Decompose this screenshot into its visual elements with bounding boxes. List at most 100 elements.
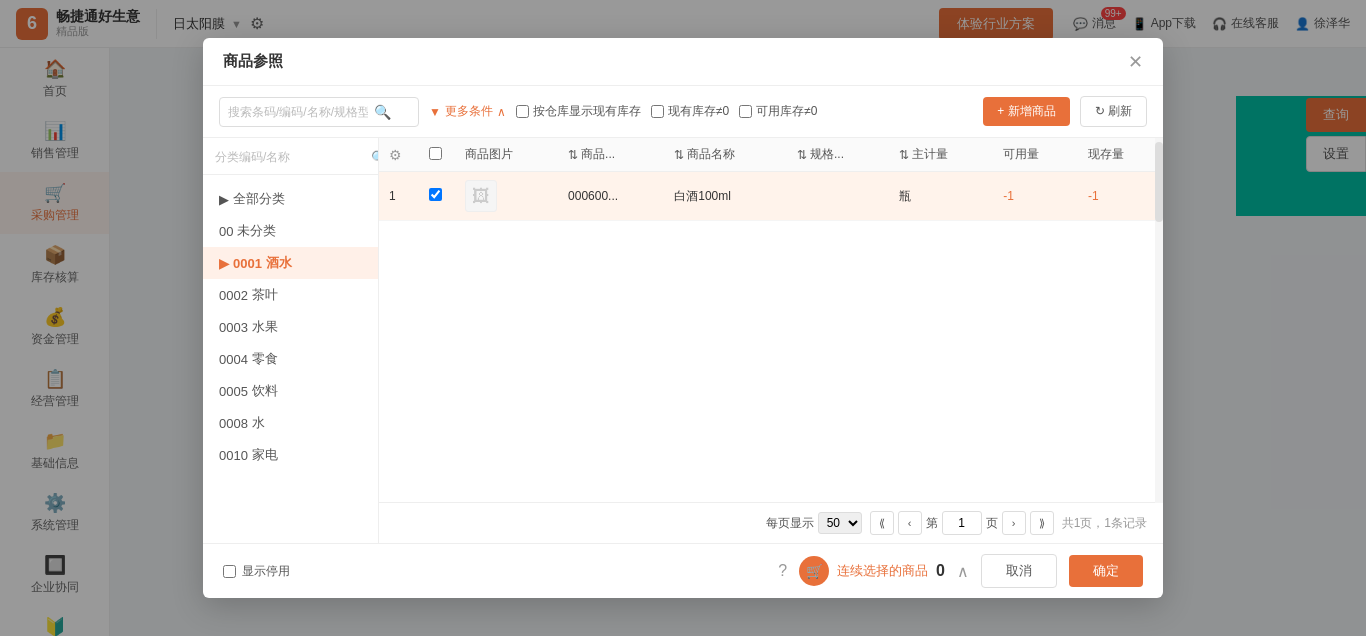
td-available: -1 (993, 172, 1078, 221)
th-available: 可用量 (993, 138, 1078, 172)
pagination-info: 共1页，1条记录 (1062, 515, 1147, 532)
product-reference-modal: 商品参照 ✕ 🔍 ▼ 更多条件 ∧ 按仓库显示现有库存 现有库存≠0 (203, 38, 1163, 598)
product-thumbnail: 🖼 (465, 180, 497, 212)
cart-icon: 🛒 (799, 556, 829, 586)
page-word: 第 (926, 515, 938, 532)
category-panel: 🔍 « ▶ 全部分类 00 未分类 ▶ 0001 酒水 0002 (203, 138, 379, 543)
sort-icon-unit: ⇅ (899, 148, 909, 162)
modal-header: 商品参照 ✕ (203, 38, 1163, 86)
category-item-uncategorized[interactable]: 00 未分类 (203, 215, 378, 247)
cat-label-all: 全部分类 (233, 190, 285, 208)
th-image-label: 商品图片 (465, 146, 513, 163)
per-page-select[interactable]: 50 (818, 512, 862, 534)
select-all-checkbox[interactable] (429, 147, 442, 160)
show-disabled-label: 显示停用 (242, 563, 290, 580)
checkbox-available-nonzero[interactable]: 可用库存≠0 (739, 103, 817, 120)
page-word2: 页 (986, 515, 998, 532)
th-name: ⇅ 商品名称 (664, 138, 787, 172)
category-item-beverage[interactable]: 0005 饮料 (203, 375, 378, 407)
cat-label-liquor-code: 0001 (233, 256, 262, 271)
category-item-water[interactable]: 0008 水 (203, 407, 378, 439)
sort-icon-name: ⇅ (674, 148, 684, 162)
checkbox-available-nonzero-label: 可用库存≠0 (756, 103, 817, 120)
filter-button[interactable]: ▼ 更多条件 ∧ (429, 103, 506, 120)
modal-footer: 显示停用 ? 🛒 连续选择的商品 0 ∧ 取消 确定 (203, 543, 1163, 598)
checkbox-available-nonzero-input[interactable] (739, 105, 752, 118)
table-header-row: ⚙ 商品图片 ⇅ (379, 138, 1163, 172)
th-settings: ⚙ (379, 138, 419, 172)
cat-label-beverage-name: 饮料 (252, 382, 278, 400)
table-scrollbar[interactable] (1155, 138, 1163, 503)
filter-label: 更多条件 (445, 103, 493, 120)
modal-body: 🔍 « ▶ 全部分类 00 未分类 ▶ 0001 酒水 0002 (203, 138, 1163, 543)
th-image: 商品图片 (455, 138, 558, 172)
cat-label-snack: 0004 (219, 352, 248, 367)
cat-label-uncategorized-name: 未分类 (237, 222, 276, 240)
cart-area[interactable]: 🛒 连续选择的商品 0 (799, 556, 945, 586)
column-settings-icon[interactable]: ⚙ (389, 147, 402, 163)
help-icon[interactable]: ? (778, 562, 787, 580)
product-table-wrap[interactable]: ⚙ 商品图片 ⇅ (379, 138, 1163, 502)
category-item-liquor[interactable]: ▶ 0001 酒水 (203, 247, 378, 279)
category-search-input[interactable] (215, 150, 365, 164)
confirm-button[interactable]: 确定 (1069, 555, 1143, 587)
filter-arrow-icon: ∧ (497, 105, 506, 119)
filter-icon: ▼ (429, 105, 441, 119)
th-checkbox (419, 138, 455, 172)
collapse-cart-icon[interactable]: ∧ (957, 562, 969, 581)
th-spec-label: 规格... (810, 146, 844, 163)
th-stock-label: 现存量 (1088, 147, 1124, 161)
product-search-input[interactable] (228, 105, 368, 119)
page-prev-button[interactable]: ‹ (898, 511, 922, 535)
pagination-bar: 每页显示 50 ⟪ ‹ 第 页 › ⟫ 共1页，1条记录 (379, 502, 1163, 543)
cat-label-uncategorized: 00 (219, 224, 233, 239)
checkbox-stock-nonzero[interactable]: 现有库存≠0 (651, 103, 729, 120)
td-rownum: 1 (379, 172, 419, 221)
modal-close-button[interactable]: ✕ (1128, 53, 1143, 71)
add-product-button[interactable]: + 新增商品 (983, 97, 1069, 126)
checkbox-warehouse-label: 按仓库显示现有库存 (533, 103, 641, 120)
modal-overlay: 商品参照 ✕ 🔍 ▼ 更多条件 ∧ 按仓库显示现有库存 现有库存≠0 (0, 0, 1366, 636)
cat-label-tea: 0002 (219, 288, 248, 303)
checkbox-warehouse[interactable]: 按仓库显示现有库存 (516, 103, 641, 120)
show-disabled-input[interactable] (223, 565, 236, 578)
search-icon[interactable]: 🔍 (374, 104, 391, 120)
checkbox-stock-nonzero-input[interactable] (651, 105, 664, 118)
refresh-button[interactable]: ↻ 刷新 (1080, 96, 1147, 127)
page-first-button[interactable]: ⟪ (870, 511, 894, 535)
th-stock: 现存量 (1078, 138, 1163, 172)
th-unit: ⇅ 主计量 (889, 138, 994, 172)
th-spec: ⇅ 规格... (787, 138, 889, 172)
page-navigation: ⟪ ‹ 第 页 › ⟫ (870, 511, 1054, 535)
th-code-label: 商品... (581, 146, 615, 163)
product-table: ⚙ 商品图片 ⇅ (379, 138, 1163, 221)
category-item-snack[interactable]: 0004 零食 (203, 343, 378, 375)
row-checkbox[interactable] (429, 188, 442, 201)
td-checkbox (419, 172, 455, 221)
category-item-all[interactable]: ▶ 全部分类 (203, 183, 378, 215)
td-name: 白酒100ml (664, 172, 787, 221)
th-name-label: 商品名称 (687, 146, 735, 163)
category-item-fruit[interactable]: 0003 水果 (203, 311, 378, 343)
cat-label-beverage: 0005 (219, 384, 248, 399)
cancel-button[interactable]: 取消 (981, 554, 1057, 588)
cat-label-fruit-name: 水果 (252, 318, 278, 336)
cart-label: 连续选择的商品 (837, 562, 928, 580)
td-code: 000600... (558, 172, 664, 221)
show-disabled-checkbox[interactable]: 显示停用 (223, 563, 290, 580)
page-last-button[interactable]: ⟫ (1030, 511, 1054, 535)
cat-arrow-liquor: ▶ (219, 256, 229, 271)
category-search-wrap: 🔍 « (203, 148, 378, 175)
th-code: ⇅ 商品... (558, 138, 664, 172)
category-item-appliance[interactable]: 0010 家电 (203, 439, 378, 471)
category-search-icon[interactable]: 🔍 (371, 150, 379, 165)
page-input[interactable] (942, 511, 982, 535)
table-row[interactable]: 1 🖼 000600... 白酒100ml (379, 172, 1163, 221)
cat-label-water-name: 水 (252, 414, 265, 432)
checkbox-warehouse-input[interactable] (516, 105, 529, 118)
page-next-button[interactable]: › (1002, 511, 1026, 535)
modal-toolbar: 🔍 ▼ 更多条件 ∧ 按仓库显示现有库存 现有库存≠0 可用库存≠0 + 新增商… (203, 86, 1163, 138)
category-item-tea[interactable]: 0002 茶叶 (203, 279, 378, 311)
th-unit-label: 主计量 (912, 146, 948, 163)
sort-icon-spec: ⇅ (797, 148, 807, 162)
